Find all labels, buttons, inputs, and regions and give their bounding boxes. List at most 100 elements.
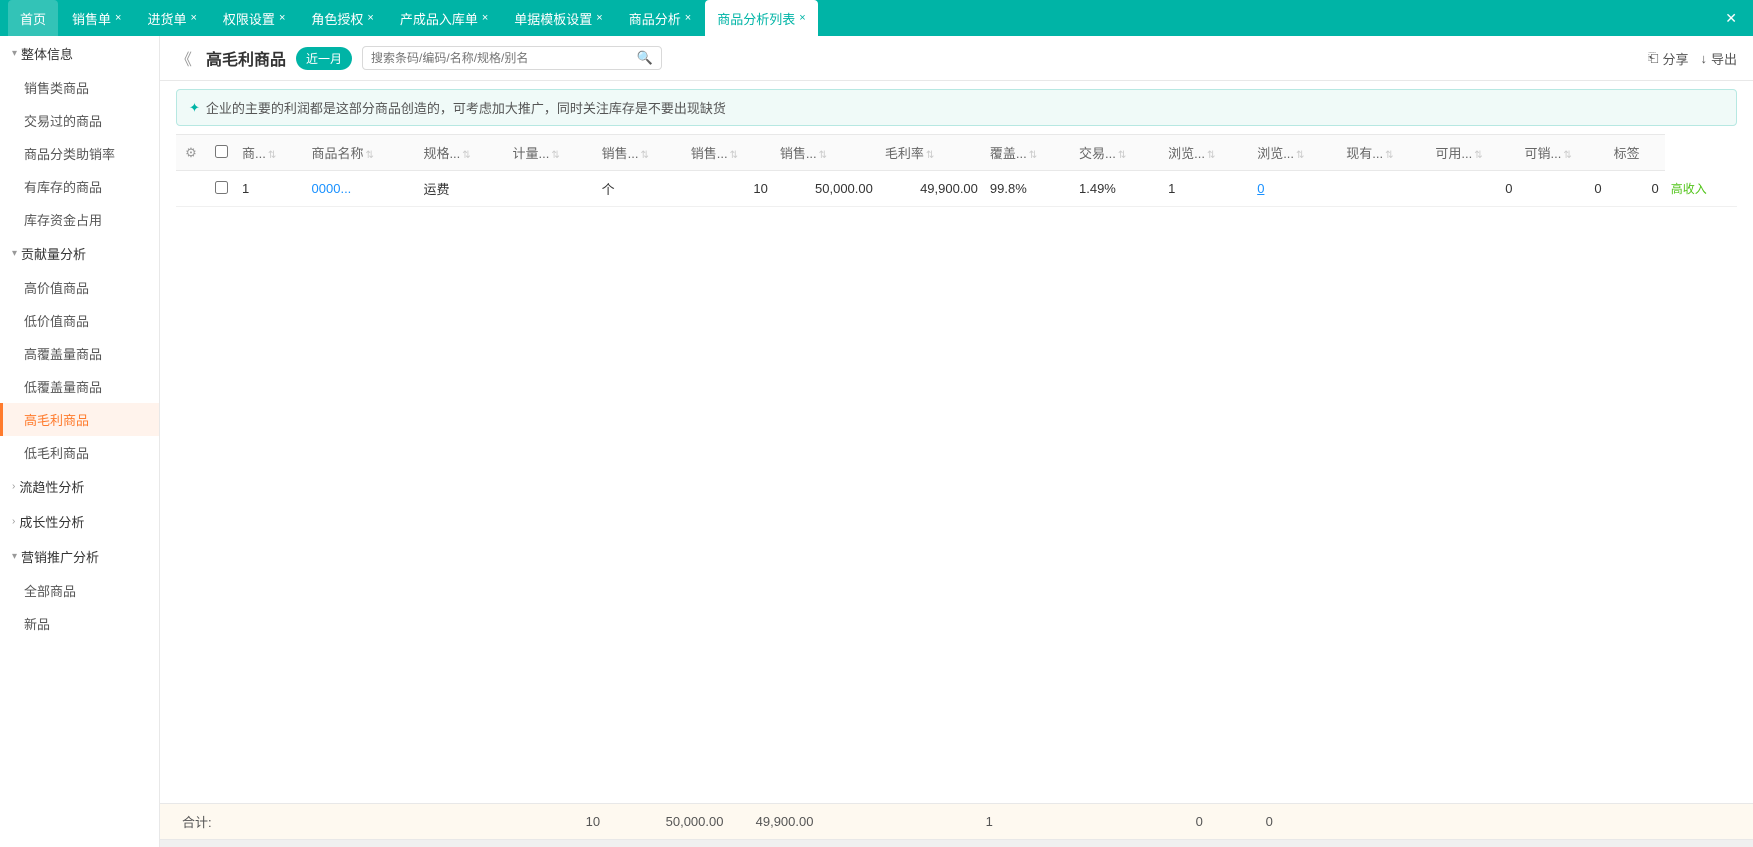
sidebar-item-high-coverage[interactable]: 高覆盖量商品 — [0, 337, 159, 370]
sort-view1-icon[interactable]: ⇅ — [1207, 150, 1215, 161]
tab-product-analysis[interactable]: 商品分析 × — [617, 0, 703, 36]
th-coverage-label: 覆盖... — [990, 146, 1027, 161]
window-close-button[interactable]: ✕ — [1717, 10, 1745, 27]
sidebar-item-high-margin[interactable]: 高毛利商品 — [0, 403, 159, 436]
share-icon: ⎗ — [1648, 50, 1658, 66]
close-permission-icon[interactable]: × — [279, 12, 285, 24]
cell-view1-0[interactable]: 0 — [1251, 171, 1340, 207]
sort-unit-icon[interactable]: ⇅ — [551, 150, 559, 161]
tab-home[interactable]: 首页 — [8, 0, 58, 36]
cell-checkbox-0[interactable] — [206, 171, 236, 207]
sort-sales-profit-icon[interactable]: ⇅ — [819, 150, 827, 161]
cell-settings-0 — [176, 171, 206, 207]
tab-purchase-order[interactable]: 进货单 × — [135, 0, 208, 36]
sort-spec-icon[interactable]: ⇅ — [462, 150, 470, 161]
group-contribution-arrow: ▾ — [12, 248, 17, 259]
sort-coverage-icon[interactable]: ⇅ — [1029, 150, 1037, 161]
close-template-icon[interactable]: × — [596, 12, 602, 24]
sidebar-item-low-margin[interactable]: 低毛利商品 — [0, 436, 159, 469]
sort-saleable-icon[interactable]: ⇅ — [1563, 150, 1571, 161]
sidebar-item-low-coverage[interactable]: 低覆盖量商品 — [0, 370, 159, 403]
close-role-auth-icon[interactable]: × — [367, 12, 373, 24]
sidebar-item-low-value[interactable]: 低价值商品 — [0, 304, 159, 337]
cell-gross-margin-0: 99.8% — [984, 171, 1073, 207]
collapse-sidebar-button[interactable]: 《 — [176, 46, 192, 70]
th-settings[interactable]: ⚙ — [176, 135, 206, 171]
sort-gross-margin-icon[interactable]: ⇅ — [926, 150, 934, 161]
sort-sales-qty-icon[interactable]: ⇅ — [640, 150, 648, 161]
sort-name-icon[interactable]: ⇅ — [366, 150, 374, 161]
tab-product-analysis-list[interactable]: 商品分析列表 × — [705, 0, 817, 36]
product-table: ⚙ 商...⇅ 商品名称⇅ 规格...⇅ 计量...⇅ 销售...⇅ 销售...… — [176, 134, 1737, 207]
sort-sales-amount-icon[interactable]: ⇅ — [730, 150, 738, 161]
sidebar-item-stock-capital[interactable]: 库存资金占用 — [0, 203, 159, 236]
th-transaction: 交易...⇅ — [1073, 135, 1162, 171]
th-current-stock: 现有...⇅ — [1340, 135, 1429, 171]
th-view1-label: 浏览... — [1168, 146, 1205, 161]
sidebar-item-category-rate[interactable]: 商品分类助销率 — [0, 137, 159, 170]
th-available: 可用...⇅ — [1429, 135, 1518, 171]
cell-spec-0 — [507, 171, 596, 207]
th-unit: 计量...⇅ — [507, 135, 596, 171]
export-button[interactable]: ↓ 导出 — [1700, 49, 1737, 68]
search-box[interactable]: 🔍 — [362, 46, 662, 70]
sidebar-item-traded-goods[interactable]: 交易过的商品 — [0, 104, 159, 137]
cell-code-0[interactable]: 0000... — [306, 171, 418, 207]
bottom-scrollbar[interactable] — [160, 839, 1753, 847]
th-gross-margin-label: 毛利率 — [885, 146, 924, 161]
close-product-inbound-icon[interactable]: × — [482, 12, 488, 24]
tab-permission-settings[interactable]: 权限设置 × — [211, 0, 297, 36]
close-product-analysis-list-icon[interactable]: × — [799, 12, 805, 24]
cell-tag-0: 高收入 — [1665, 171, 1737, 207]
th-view2-label: 浏览... — [1257, 146, 1294, 161]
th-sales-amount: 销售...⇅ — [685, 135, 774, 171]
th-available-label: 可用... — [1435, 146, 1472, 161]
tab-permission-settings-label: 权限设置 — [223, 9, 275, 28]
cell-sales-qty-0: 10 — [685, 171, 774, 207]
tab-product-inbound[interactable]: 产成品入库单 × — [388, 0, 500, 36]
sidebar-group-marketing[interactable]: ▾ 营销推广分析 — [0, 539, 159, 574]
row-checkbox-0[interactable] — [215, 181, 228, 194]
sidebar-item-all-goods[interactable]: 全部商品 — [0, 574, 159, 607]
sidebar-group-overall[interactable]: ▾ 整体信息 — [0, 36, 159, 71]
sidebar-item-sales-goods[interactable]: 销售类商品 — [0, 71, 159, 104]
group-overall-arrow: ▾ — [12, 48, 17, 59]
th-saleable: 可销...⇅ — [1518, 135, 1607, 171]
footer-label: 合计: — [182, 812, 212, 831]
cell-available-0: 0 — [1518, 171, 1607, 207]
th-spec: 规格...⇅ — [417, 135, 506, 171]
th-checkbox[interactable] — [206, 135, 236, 171]
close-product-analysis-icon[interactable]: × — [685, 12, 691, 24]
sidebar-group-growth[interactable]: › 成长性分析 — [0, 504, 159, 539]
cell-current-stock-0: 0 — [1429, 171, 1518, 207]
date-filter-button[interactable]: 近一月 — [296, 47, 352, 70]
cell-coverage-0: 1.49% — [1073, 171, 1162, 207]
close-sales-order-icon[interactable]: × — [115, 12, 121, 24]
sidebar-group-contribution[interactable]: ▾ 贡献量分析 — [0, 236, 159, 271]
info-banner-text: 企业的主要的利润都是这部分商品创造的，可考虑加大推广，同时关注库存是不要出现缺货 — [206, 98, 726, 117]
cell-unit-0: 个 — [596, 171, 685, 207]
th-gross-margin: 毛利率⇅ — [879, 135, 984, 171]
share-button[interactable]: ⎗ 分享 — [1648, 49, 1688, 68]
tab-template-settings[interactable]: 单据模板设置 × — [502, 0, 614, 36]
close-purchase-order-icon[interactable]: × — [190, 12, 196, 24]
sort-transaction-icon[interactable]: ⇅ — [1118, 150, 1126, 161]
sort-code-icon[interactable]: ⇅ — [268, 150, 276, 161]
sort-available-icon[interactable]: ⇅ — [1474, 150, 1482, 161]
sidebar-item-in-stock-goods[interactable]: 有库存的商品 — [0, 170, 159, 203]
footer-sales-amount: 50,000.00 — [660, 814, 750, 829]
search-icon[interactable]: 🔍 — [637, 50, 653, 66]
sidebar-group-trend[interactable]: › 流趋性分析 — [0, 469, 159, 504]
sort-view2-icon[interactable]: ⇅ — [1296, 150, 1304, 161]
sort-current-stock-icon[interactable]: ⇅ — [1385, 150, 1393, 161]
cell-transaction-0: 1 — [1162, 171, 1251, 207]
tab-sales-order[interactable]: 销售单 × — [60, 0, 133, 36]
select-all-checkbox[interactable] — [215, 145, 228, 158]
sidebar-item-new-goods[interactable]: 新品 — [0, 607, 159, 640]
search-input[interactable] — [371, 51, 633, 65]
sidebar-item-high-value[interactable]: 高价值商品 — [0, 271, 159, 304]
footer-sales-qty: 10 — [580, 814, 660, 829]
tab-role-auth[interactable]: 角色授权 × — [299, 0, 385, 36]
th-spec-label: 规格... — [423, 146, 460, 161]
th-code-label: 商... — [242, 146, 266, 161]
